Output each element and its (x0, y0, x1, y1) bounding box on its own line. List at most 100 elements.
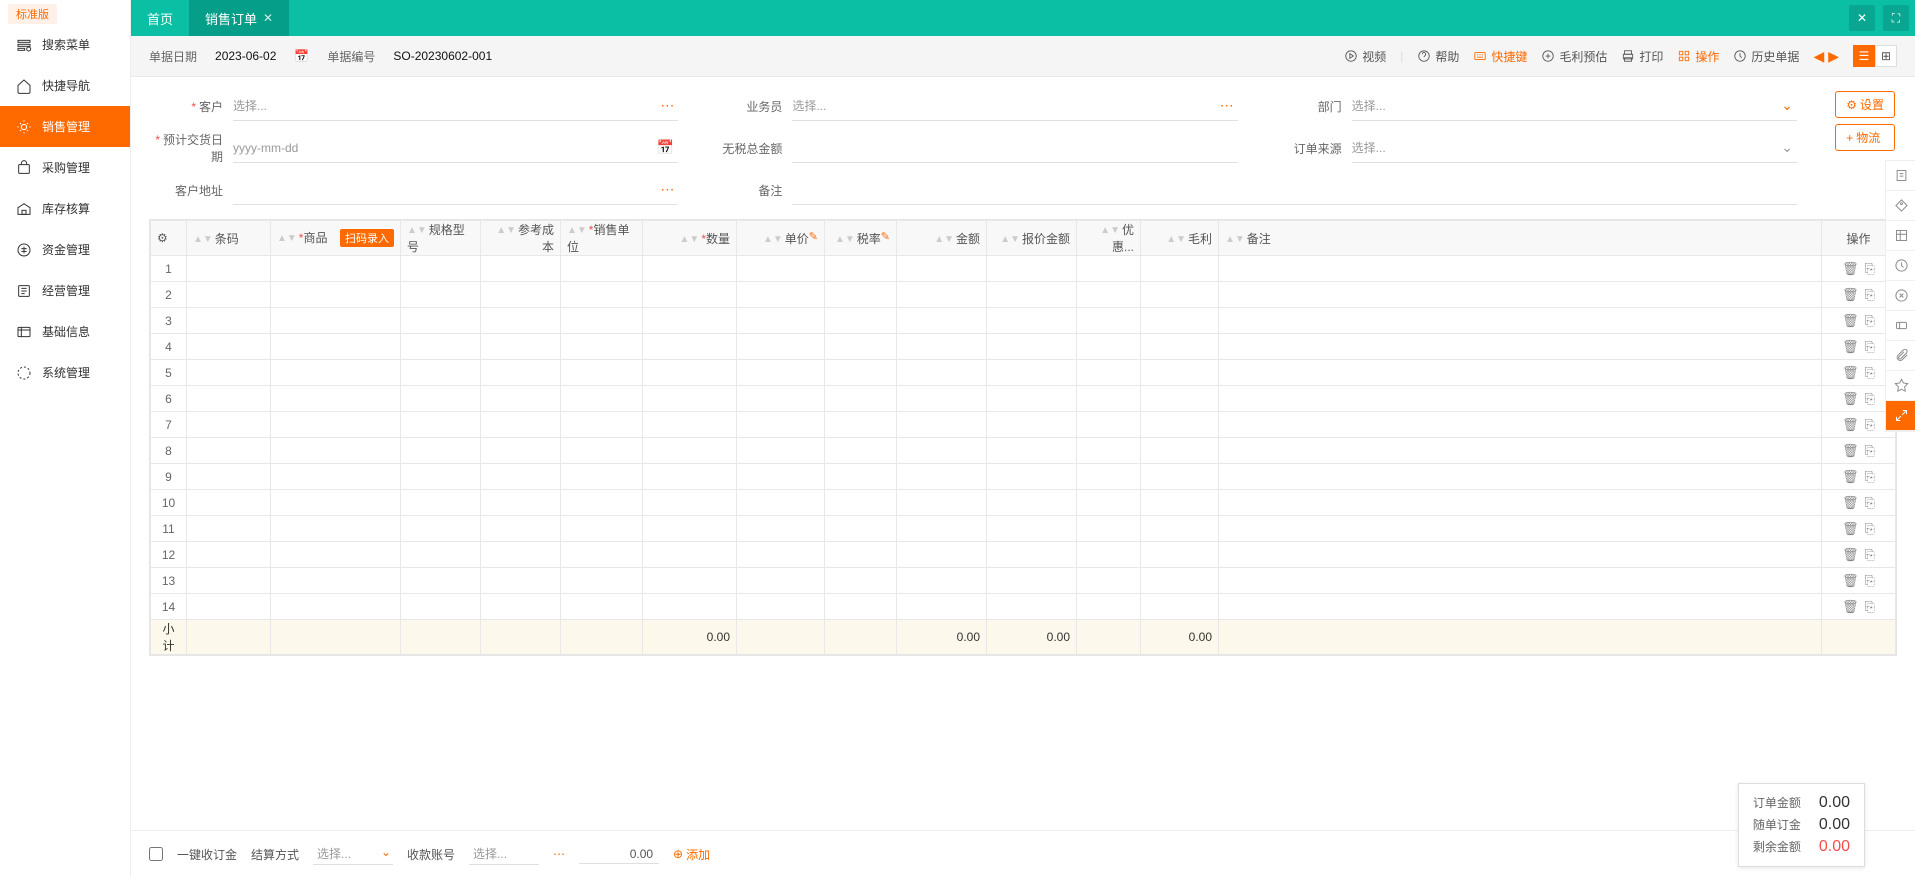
float-star-icon[interactable] (1886, 371, 1915, 401)
chevron-down-icon[interactable]: ⌄ (1777, 139, 1797, 156)
table-row[interactable]: 12🗑⎘ (151, 542, 1896, 568)
tab-close-all[interactable]: ✕ (1849, 5, 1875, 31)
close-icon[interactable]: ✕ (263, 11, 273, 25)
table-row[interactable]: 10🗑⎘ (151, 490, 1896, 516)
copy-icon[interactable]: ⎘ (1865, 365, 1875, 380)
delete-icon[interactable]: 🗑 (1842, 365, 1859, 380)
sidebar-item-manage[interactable]: 经营管理 (0, 270, 130, 311)
print-action[interactable]: 打印 (1621, 48, 1663, 65)
copy-icon[interactable]: ⎘ (1865, 599, 1875, 614)
col-price[interactable]: ▲▼单价✎ (737, 221, 825, 256)
float-price-icon[interactable] (1886, 191, 1915, 221)
tab-home[interactable]: 首页 (131, 0, 189, 36)
delete-icon[interactable]: 🗑 (1842, 443, 1859, 458)
sidebar-item-home[interactable]: 快捷导航 (0, 65, 130, 106)
delete-icon[interactable]: 🗑 (1842, 547, 1859, 562)
delete-icon[interactable]: 🗑 (1842, 469, 1859, 484)
sidebar-item-stock[interactable]: 库存核算 (0, 188, 130, 229)
sidebar-item-fund[interactable]: 资金管理 (0, 229, 130, 270)
dept-select[interactable]: 选择...⌄ (1352, 91, 1797, 121)
float-owe-icon[interactable] (1886, 281, 1915, 311)
table-row[interactable]: 6🗑⎘ (151, 386, 1896, 412)
calendar-icon[interactable]: 📅 (653, 139, 678, 156)
delivery-date-input[interactable]: yyyy-mm-dd📅 (233, 133, 678, 163)
operate-action[interactable]: 操作 (1677, 48, 1719, 65)
add-button[interactable]: ⊕添加 (673, 846, 710, 863)
col-product[interactable]: ▲▼*商品扫码录入 (271, 221, 401, 256)
fullscreen-icon[interactable]: ⛶ (1883, 5, 1909, 31)
settings-button[interactable]: ⚙设置 (1835, 91, 1895, 118)
col-quote[interactable]: ▲▼报价金额 (987, 221, 1077, 256)
video-action[interactable]: 视频 (1344, 48, 1386, 65)
source-select[interactable]: 选择...⌄ (1352, 133, 1797, 163)
sidebar-item-system[interactable]: 系统管理 (0, 352, 130, 393)
help-action[interactable]: 帮助 (1417, 48, 1459, 65)
copy-icon[interactable]: ⎘ (1865, 417, 1875, 432)
copy-icon[interactable]: ⎘ (1865, 391, 1875, 406)
view-form[interactable]: ☰ (1853, 45, 1875, 67)
table-row[interactable]: 14🗑⎘ (151, 594, 1896, 620)
col-amount[interactable]: ▲▼金额 (897, 221, 987, 256)
float-attach-icon[interactable] (1886, 341, 1915, 371)
sidebar-item-search[interactable]: 搜索菜单 (0, 24, 130, 65)
copy-icon[interactable]: ⎘ (1865, 313, 1875, 328)
view-list[interactable]: ⊞ (1875, 45, 1897, 67)
history-action[interactable]: 历史单据 (1733, 48, 1799, 65)
more-icon[interactable]: ⋯ (1216, 97, 1238, 114)
copy-icon[interactable]: ⎘ (1865, 469, 1875, 484)
copy-icon[interactable]: ⎘ (1865, 261, 1875, 276)
delete-icon[interactable]: 🗑 (1842, 573, 1859, 588)
float-expand-icon[interactable] (1886, 401, 1915, 431)
col-profit[interactable]: ▲▼毛利 (1141, 221, 1219, 256)
logistics-button[interactable]: +物流 (1835, 124, 1895, 151)
more-icon[interactable]: ⋯ (656, 181, 678, 198)
delete-icon[interactable]: 🗑 (1842, 417, 1859, 432)
copy-icon[interactable]: ⎘ (1865, 443, 1875, 458)
delete-icon[interactable]: 🗑 (1842, 339, 1859, 354)
float-stock-icon[interactable] (1886, 221, 1915, 251)
remark-input[interactable] (792, 175, 1797, 205)
next-doc-icon[interactable]: ▶ (1828, 48, 1839, 65)
table-row[interactable]: 2🗑⎘ (151, 282, 1896, 308)
customer-select[interactable]: 选择...⋯ (233, 91, 678, 121)
table-row[interactable]: 11🗑⎘ (151, 516, 1896, 542)
deposit-checkbox[interactable] (149, 847, 163, 861)
profit-action[interactable]: 毛利预估 (1541, 48, 1607, 65)
salesman-select[interactable]: 选择...⋯ (792, 91, 1237, 121)
sidebar-item-sales[interactable]: 销售管理 (0, 106, 130, 147)
shortcut-action[interactable]: 快捷键 (1473, 48, 1527, 65)
table-row[interactable]: 7🗑⎘ (151, 412, 1896, 438)
table-row[interactable]: 8🗑⎘ (151, 438, 1896, 464)
more-icon[interactable]: ⋯ (656, 97, 678, 114)
copy-icon[interactable]: ⎘ (1865, 573, 1875, 588)
col-remark[interactable]: ▲▼备注 (1219, 221, 1822, 256)
footer-amount[interactable]: 0.00 (579, 845, 659, 864)
delete-icon[interactable]: 🗑 (1842, 391, 1859, 406)
delete-icon[interactable]: 🗑 (1842, 261, 1859, 276)
account-select[interactable]: 选择... (469, 843, 539, 865)
edit-icon[interactable]: ✎ (881, 230, 890, 243)
delete-icon[interactable]: 🗑 (1842, 521, 1859, 536)
address-input[interactable]: ⋯ (233, 175, 678, 205)
col-unit[interactable]: ▲▼*销售单位 (561, 221, 643, 256)
settle-select[interactable]: 选择...⌄ (313, 843, 393, 865)
col-barcode[interactable]: ▲▼条码 (187, 221, 271, 256)
sidebar-item-basic[interactable]: 基础信息 (0, 311, 130, 352)
edit-icon[interactable]: ✎ (809, 230, 818, 243)
scan-badge[interactable]: 扫码录入 (340, 229, 394, 247)
float-approve-icon[interactable] (1886, 161, 1915, 191)
copy-icon[interactable]: ⎘ (1865, 287, 1875, 302)
prev-doc-icon[interactable]: ◀ (1813, 48, 1824, 65)
copy-icon[interactable]: ⎘ (1865, 521, 1875, 536)
delete-icon[interactable]: 🗑 (1842, 287, 1859, 302)
col-refcost[interactable]: ▲▼参考成本 (481, 221, 561, 256)
copy-icon[interactable]: ⎘ (1865, 495, 1875, 510)
table-row[interactable]: 4🗑⎘ (151, 334, 1896, 360)
float-history-icon[interactable] (1886, 251, 1915, 281)
delete-icon[interactable]: 🗑 (1842, 313, 1859, 328)
col-discount[interactable]: ▲▼优惠... (1077, 221, 1141, 256)
more-icon[interactable]: ⋯ (553, 847, 565, 861)
calendar-icon[interactable]: 📅 (294, 49, 309, 63)
float-coupon-icon[interactable] (1886, 311, 1915, 341)
table-row[interactable]: 13🗑⎘ (151, 568, 1896, 594)
